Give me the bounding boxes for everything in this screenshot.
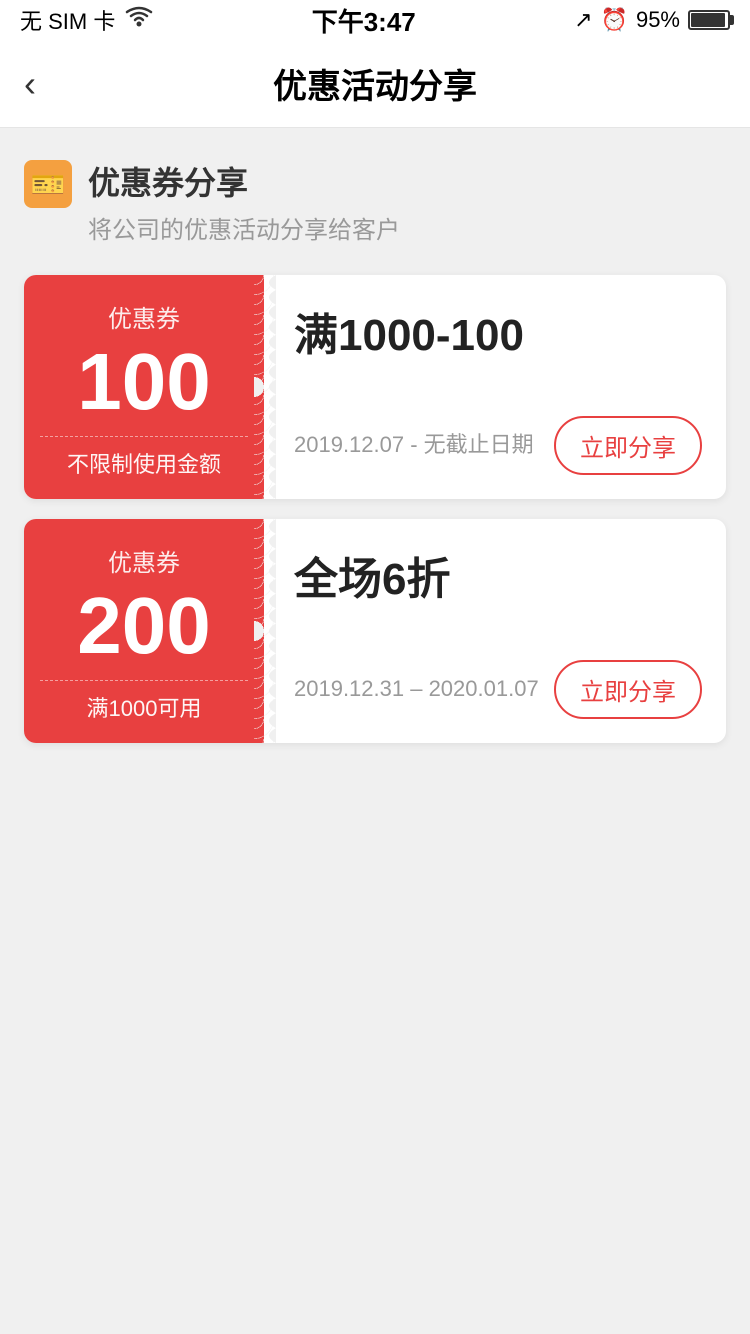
coupon-right-1: 满1000-100 2019.12.07 - 无截止日期 立即分享 — [264, 275, 726, 499]
coupon-right-2: 全场6折 2019.12.31 – 2020.01.07 立即分享 — [264, 519, 726, 743]
zigzag-2 — [262, 519, 276, 743]
coupon-condition-2: 满1000可用 — [87, 691, 202, 723]
location-icon: ↗ — [574, 7, 592, 33]
section-header: 🎫 优惠券分享 将公司的优惠活动分享给客户 — [0, 128, 750, 265]
coupon-label-2: 优惠券 — [108, 543, 180, 578]
coupon-card-1: 优惠券 100 不限制使用金额 满1000-100 2019.12.07 - 无… — [24, 275, 726, 499]
coupon-amount-2: 200 — [77, 586, 210, 666]
nav-bar: ‹ 优惠活动分享 — [0, 40, 750, 128]
section-title: 优惠券分享 — [88, 158, 726, 204]
zigzag-1 — [262, 275, 276, 499]
page-title: 优惠活动分享 — [273, 59, 477, 108]
coupon-title-2: 全场6折 — [294, 543, 702, 607]
alarm-icon: ⏰ — [601, 7, 628, 33]
coupon-label-1: 优惠券 — [108, 299, 180, 334]
coupon-card-2: 优惠券 200 满1000可用 全场6折 2019.12.31 – 2020.0… — [24, 519, 726, 743]
status-time: 下午3:47 — [312, 2, 416, 39]
battery-icon — [688, 10, 730, 30]
coupon-list: 优惠券 100 不限制使用金额 满1000-100 2019.12.07 - 无… — [0, 265, 750, 763]
coupon-divider-2 — [40, 680, 248, 681]
section-icon: 🎫 — [24, 160, 72, 208]
share-button-1[interactable]: 立即分享 — [554, 416, 702, 475]
coupon-left-1: 优惠券 100 不限制使用金额 — [24, 275, 264, 499]
coupon-left-2: 优惠券 200 满1000可用 — [24, 519, 264, 743]
status-left: 无 SIM 卡 — [20, 4, 153, 36]
coupon-date-2: 2019.12.31 – 2020.01.07 — [294, 674, 542, 705]
coupon-footer-2: 2019.12.31 – 2020.01.07 立即分享 — [294, 660, 702, 719]
battery-percent: 95% — [636, 7, 680, 33]
share-button-2[interactable]: 立即分享 — [554, 660, 702, 719]
coupon-condition-1: 不限制使用金额 — [67, 447, 221, 479]
carrier-text: 无 SIM 卡 — [20, 4, 115, 36]
back-button[interactable]: ‹ — [24, 63, 36, 105]
coupon-divider-1 — [40, 436, 248, 437]
status-bar: 无 SIM 卡 下午3:47 ↗ ⏰ 95% — [0, 0, 750, 40]
coupon-footer-1: 2019.12.07 - 无截止日期 立即分享 — [294, 416, 702, 475]
section-subtitle: 将公司的优惠活动分享给客户 — [88, 210, 726, 245]
empty-area — [0, 763, 750, 1323]
wifi-icon — [125, 6, 153, 34]
status-right: ↗ ⏰ 95% — [574, 7, 730, 33]
section-text: 优惠券分享 将公司的优惠活动分享给客户 — [88, 158, 726, 245]
coupon-date-1: 2019.12.07 - 无截止日期 — [294, 430, 542, 461]
coupon-amount-1: 100 — [77, 342, 210, 422]
coupon-title-1: 满1000-100 — [294, 299, 702, 363]
